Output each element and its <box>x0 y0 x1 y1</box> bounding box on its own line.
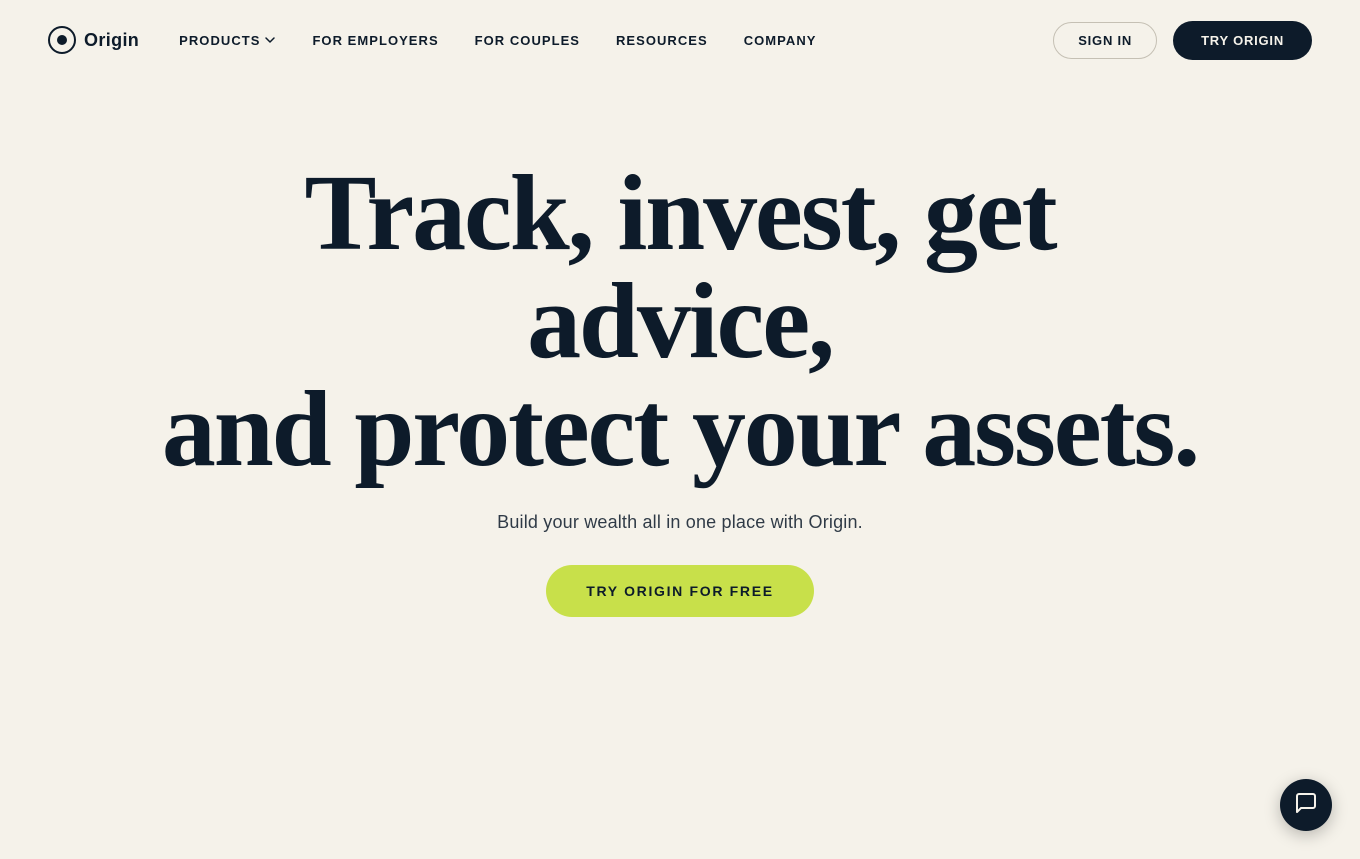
logo-text: Origin <box>84 30 139 51</box>
navbar: Origin PRODUCTS FOR EMPLOYERS FOR COUPLE… <box>0 0 1360 80</box>
chevron-down-icon <box>264 34 276 46</box>
nav-link-for-couples[interactable]: FOR COUPLES <box>475 33 580 48</box>
logo-icon <box>48 26 76 54</box>
nav-link-company[interactable]: COMPANY <box>744 33 817 48</box>
hero-subheadline: Build your wealth all in one place with … <box>497 512 863 533</box>
nav-left: Origin PRODUCTS FOR EMPLOYERS FOR COUPLE… <box>48 26 816 54</box>
chat-icon <box>1294 791 1318 819</box>
nav-link-resources[interactable]: RESOURCES <box>616 33 708 48</box>
hero-section: Track, invest, get advice, and protect y… <box>0 80 1360 677</box>
sign-in-button[interactable]: SIGN IN <box>1053 22 1157 59</box>
nav-link-products[interactable]: PRODUCTS <box>179 33 276 48</box>
hero-cta-button[interactable]: TRY ORIGIN FOR FREE <box>546 565 814 617</box>
try-origin-nav-button[interactable]: TRY ORIGIN <box>1173 21 1312 60</box>
hero-headline: Track, invest, get advice, and protect y… <box>150 160 1210 484</box>
nav-right: SIGN IN TRY ORIGIN <box>1053 21 1312 60</box>
logo[interactable]: Origin <box>48 26 139 54</box>
nav-links: PRODUCTS FOR EMPLOYERS FOR COUPLES RESOU… <box>179 33 816 48</box>
nav-link-for-employers[interactable]: FOR EMPLOYERS <box>312 33 438 48</box>
chat-bubble-button[interactable] <box>1280 779 1332 831</box>
